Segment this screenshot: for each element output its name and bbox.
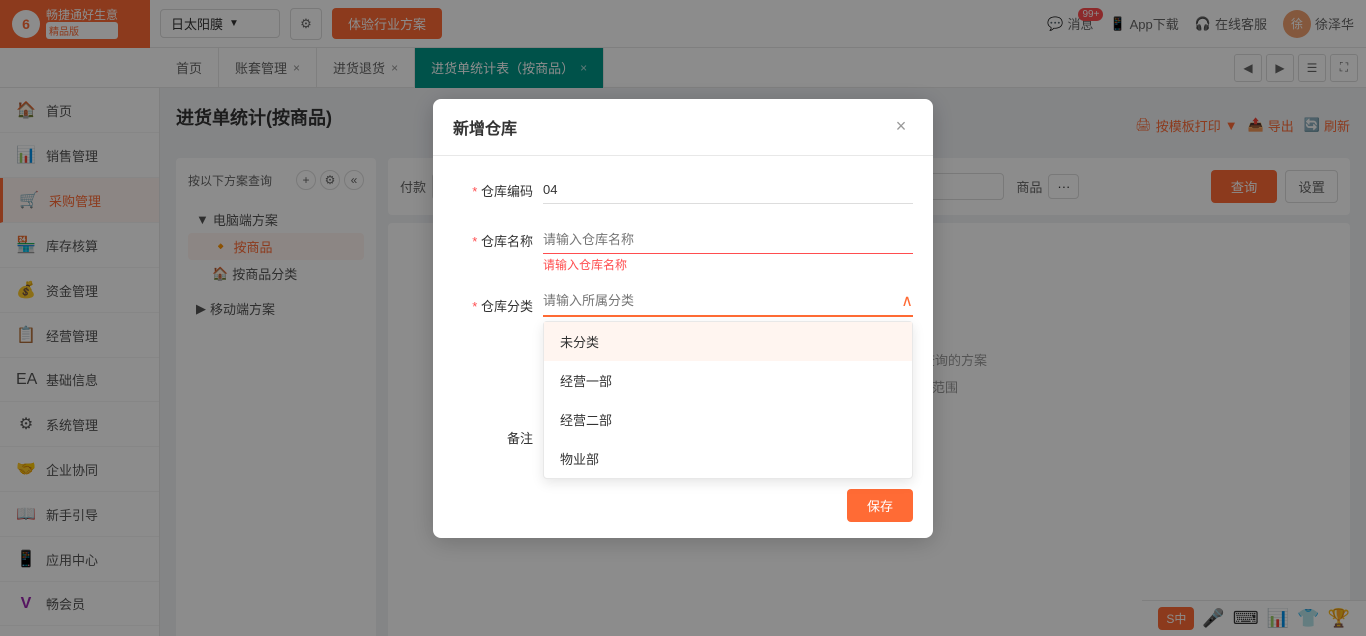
- modal-overlay: 新增仓库 × * 仓库编码 * 仓库名称: [0, 0, 1366, 636]
- dropdown-item-uncategorized[interactable]: 未分类: [544, 322, 912, 361]
- dialog-body: * 仓库编码 * 仓库名称 请输入仓库名称: [433, 156, 933, 455]
- name-label: * 仓库名称: [453, 226, 543, 258]
- dropdown-item-dept3[interactable]: 物业部: [544, 439, 912, 478]
- name-required-star: *: [472, 234, 477, 249]
- code-field-row: * 仓库编码: [453, 176, 913, 208]
- category-field-row: * 仓库分类 ∧ 未分类 经营一部 经营二部 物业部: [453, 291, 913, 323]
- dialog-footer: 保存: [433, 473, 933, 538]
- name-error-msg: 请输入仓库名称: [543, 256, 913, 273]
- dialog-close-button[interactable]: ×: [889, 115, 913, 139]
- category-select-trigger[interactable]: ∧: [543, 291, 913, 317]
- name-input-wrap: 请输入仓库名称: [543, 226, 913, 273]
- category-input-wrap: ∧ 未分类 经营一部 经营二部 物业部: [543, 291, 913, 317]
- notes-label: 备注: [453, 423, 543, 455]
- category-chevron-up-icon[interactable]: ∧: [901, 291, 913, 311]
- code-input[interactable]: [543, 176, 913, 204]
- name-input[interactable]: [543, 226, 913, 254]
- code-input-wrap: [543, 176, 913, 204]
- category-dropdown-list: 未分类 经营一部 经营二部 物业部: [543, 321, 913, 479]
- dropdown-item-dept1[interactable]: 经营一部: [544, 361, 912, 400]
- code-required-star: *: [472, 184, 477, 199]
- dialog-title: 新增仓库: [453, 115, 517, 139]
- add-warehouse-dialog: 新增仓库 × * 仓库编码 * 仓库名称: [433, 99, 933, 538]
- dialog-header: 新增仓库 ×: [433, 99, 933, 156]
- code-label: * 仓库编码: [453, 176, 543, 208]
- name-field-row: * 仓库名称 请输入仓库名称: [453, 226, 913, 273]
- category-required-star: *: [472, 299, 477, 314]
- dropdown-item-dept2[interactable]: 经营二部: [544, 400, 912, 439]
- category-input[interactable]: [543, 293, 901, 308]
- save-button[interactable]: 保存: [847, 489, 913, 522]
- category-label: * 仓库分类: [453, 291, 543, 323]
